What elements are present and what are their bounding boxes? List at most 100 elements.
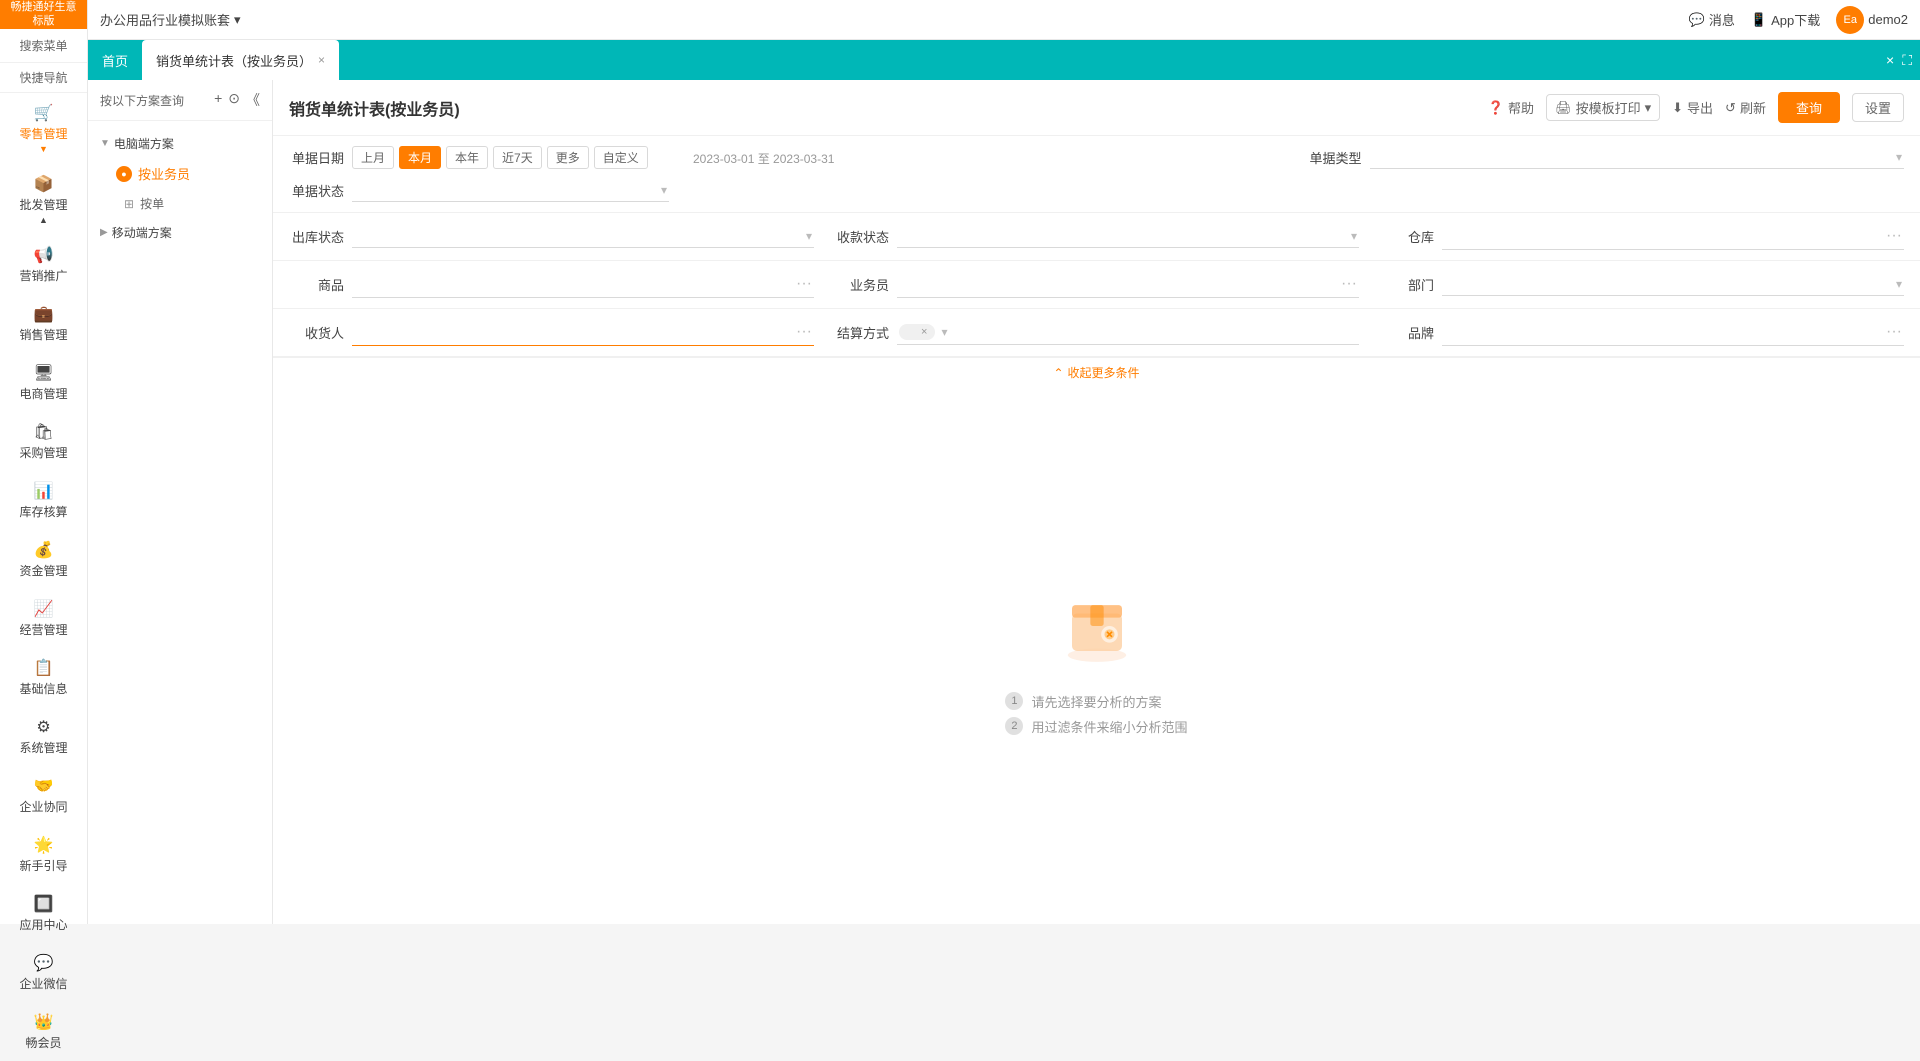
operations-label: 经营管理 [19,621,67,638]
receiver-label: 收货人 [289,323,344,342]
topbar-left: 办公用品行业模拟账套 ▾ [100,10,241,29]
ecommerce-icon: 🖥 [33,363,53,383]
tab-home[interactable]: 首页 [88,40,142,80]
payment-control[interactable]: ▾ [897,225,1359,248]
settlement-tag-close[interactable]: × [921,326,927,338]
payment-label: 收款状态 [834,227,889,246]
sidebar-item-retail[interactable]: 🛒 零售管理 ▼ [0,93,87,164]
sidebar-item-sales[interactable]: 💼 销售管理 [0,294,87,353]
member-icon: 👑 [34,1012,54,1032]
empty-illustration [1047,576,1147,676]
sidebar-item-finance[interactable]: 💰 资金管理 [0,530,87,589]
tabs-actions: × ⛶ [1886,52,1920,69]
filter-delivery: 出库状态 ▾ [289,225,814,248]
export-label: 导出 [1687,98,1713,117]
doc-type-control[interactable]: ▾ [1370,146,1905,169]
tab-minimize-btn[interactable]: × [1886,52,1894,68]
help-btn[interactable]: ❓ 帮助 [1488,98,1534,117]
base-label: 基础信息 [19,680,67,697]
filter-doc-type: 单据类型 ▾ [1307,146,1905,169]
delivery-control[interactable]: ▾ [352,225,814,248]
message-btn[interactable]: 💬 消息 [1689,10,1735,29]
sidebar-item-purchase[interactable]: 🛍 采购管理 [0,412,87,471]
scheme-add-icon[interactable]: + [214,90,222,110]
goods-control[interactable]: ··· [352,271,814,298]
account-selector[interactable]: 办公用品行业模拟账套 ▾ [100,10,241,29]
filter-row1: 单据日期 上月 本月 本年 近7天 更多 自定义 2023-03-01 至 20… [273,136,1920,213]
base-icon: 📋 [34,658,54,678]
wechat-label: 企业微信 [19,975,67,992]
date-btn-last-month[interactable]: 上月 [352,146,394,169]
sidebar-item-wholesale[interactable]: 📦 批发管理 ▲ [0,164,87,235]
filter-payment: 收款状态 ▾ [834,225,1359,248]
print-btn[interactable]: 🖨 按模板打印 ▾ [1546,94,1660,121]
tree-group-arrow-down: ▼ [100,138,110,149]
payment-dropdown-icon: ▾ [1351,229,1357,243]
tab-close-icon[interactable]: × [318,53,325,67]
enterprise-label: 企业协同 [19,798,67,815]
department-label: 部门 [1379,275,1434,294]
step2-num: 2 [1005,717,1023,735]
empty-step-1: 1 请先选择要分析的方案 [1005,692,1187,711]
date-btn-last7[interactable]: 近7天 [493,146,542,169]
date-btn-custom[interactable]: 自定义 [594,146,648,169]
wholesale-icon: 📦 [34,174,54,194]
refresh-btn[interactable]: ↺ 刷新 [1725,98,1766,117]
query-button[interactable]: 查询 [1778,92,1840,123]
tab-maximize-btn[interactable]: ⛶ [1902,52,1912,69]
doc-status-dropdown-icon: ▾ [661,183,667,197]
setting-button[interactable]: 设置 [1852,93,1904,122]
brand-control[interactable]: ··· [1442,319,1904,346]
sidebar-item-system[interactable]: ⚙ 系统管理 [0,707,87,766]
tree-item-by-salesperson[interactable]: ● 按业务员 [88,158,272,189]
finance-label: 资金管理 [19,562,67,579]
tree-sub-item-by-order[interactable]: ⊞ 按单 [88,189,272,218]
user-profile[interactable]: Ea demo2 [1836,6,1908,34]
scheme-panel-title: 按以下方案查询 [100,92,206,109]
sidebar-item-ecommerce[interactable]: 🖥 电商管理 [0,353,87,412]
settlement-tag: × [899,324,935,340]
settlement-control[interactable]: × ▾ [897,320,1359,345]
logo-text: 畅捷通好生意 [11,0,77,14]
sidebar-item-base[interactable]: 📋 基础信息 [0,648,87,707]
tree-group-desktop-header[interactable]: ▼ 电脑端方案 [88,129,272,158]
sidebar-search[interactable]: 搜索菜单 [0,29,87,63]
tab-active[interactable]: 销货单统计表（按业务员） × [142,40,339,80]
help-label: 帮助 [1508,98,1534,117]
export-btn[interactable]: ⬇ 导出 [1672,98,1713,117]
receiver-control[interactable]: ··· [352,319,814,346]
sidebar-item-apps[interactable]: 🔲 应用中心 [0,884,87,943]
scheme-edit-icon[interactable]: ⊙ [228,90,240,110]
settlement-dropdown-icon: ▾ [941,325,947,339]
sidebar-item-operations[interactable]: 📈 经营管理 [0,589,87,648]
filter-date: 单据日期 上月 本月 本年 近7天 更多 自定义 [289,146,669,169]
app-download-label: App下载 [1771,10,1820,29]
user-name: demo2 [1868,12,1908,27]
collapse-filter-btn[interactable]: ⌃ 收起更多条件 [273,357,1920,387]
scheme-collapse-icon[interactable]: 《 [246,90,260,110]
doc-status-control[interactable]: ▾ [352,179,669,202]
brand-label: 品牌 [1379,323,1434,342]
tree-sub-order-label: 按单 [140,195,164,212]
filter-settlement: 结算方式 × ▾ [834,320,1359,345]
salesperson-control[interactable]: ··· [897,271,1359,298]
sidebar-item-enterprise[interactable]: 🤝 企业协同 [0,766,87,825]
guide-icon: 🌟 [34,835,54,855]
department-control[interactable]: ▾ [1442,273,1904,296]
app-download-btn[interactable]: 📱 App下载 [1751,10,1820,29]
sidebar-item-member[interactable]: 👑 畅会员 [0,1002,87,1061]
date-btn-this-month[interactable]: 本月 [399,146,441,169]
sidebar-item-wechat[interactable]: 💬 企业微信 [0,943,87,1002]
message-icon: 💬 [1689,12,1705,28]
sidebar-item-guide[interactable]: 🌟 新手引导 [0,825,87,884]
date-btn-more[interactable]: 更多 [547,146,589,169]
sidebar-quick-nav[interactable]: 快捷导航 [0,63,87,93]
date-btn-this-year[interactable]: 本年 [446,146,488,169]
tree-group-mobile-header[interactable]: ▶ 移动端方案 [88,218,272,247]
warehouse-control[interactable]: ··· [1442,223,1904,250]
filter-goods: 商品 ··· [289,271,814,298]
sidebar-item-marketing[interactable]: 📢 营销推广 [0,235,87,294]
sidebar-item-inventory[interactable]: 📊 库存核算 [0,471,87,530]
tree-group-desktop: ▼ 电脑端方案 ● 按业务员 ⊞ 按单 [88,129,272,218]
scheme-panel-icons: + ⊙ 《 [214,90,260,110]
